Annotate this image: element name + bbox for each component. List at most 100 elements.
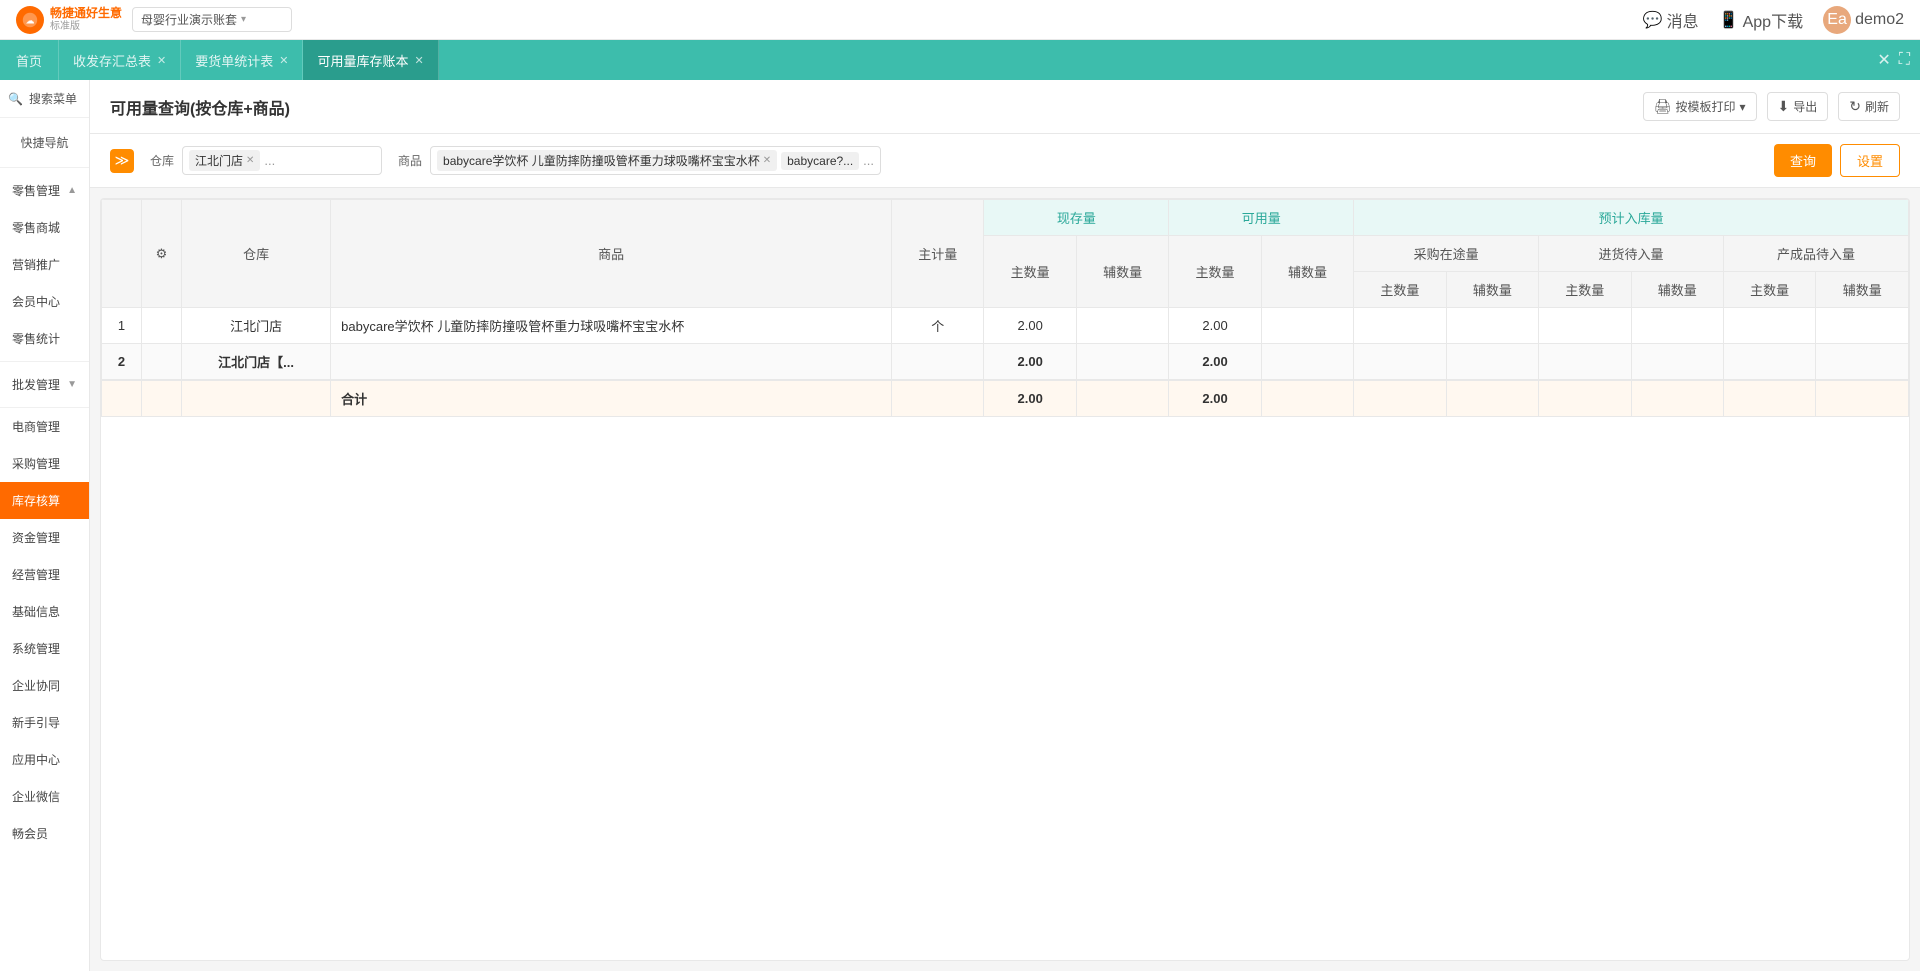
sidebar-item-retail-stats[interactable]: 零售统计 [0, 320, 89, 357]
sidebar-item-retail-mall-label: 零售商城 [12, 219, 60, 236]
inventory-table: ⚙ 仓库 商品 主计量 现存量 [101, 199, 1909, 417]
sidebar-item-apps[interactable]: 应用中心 [0, 741, 89, 778]
cell-product-main-2 [1723, 344, 1815, 381]
sidebar-item-ecommerce-label: 电商管理 [12, 418, 60, 435]
th-warehouse: 仓库 [182, 200, 331, 308]
sidebar-quick-nav-item[interactable]: 快捷导航 [4, 126, 85, 159]
cell-unit-1: 个 [892, 308, 984, 344]
sidebar-item-retail[interactable]: 零售管理 ▲ [0, 172, 89, 209]
th-product-sub: 辅数量 [1816, 272, 1909, 308]
warehouse-tag-jiangbei-remove[interactable]: ✕ [246, 155, 254, 166]
sidebar-quick-nav: 快捷导航 [0, 118, 89, 168]
sidebar-item-wechat[interactable]: 企业微信 [0, 778, 89, 815]
footer-empty-1 [102, 380, 142, 417]
th-purchase-main: 主数量 [1354, 272, 1446, 308]
sidebar-item-member-pro[interactable]: 畅会员 [0, 815, 89, 852]
query-button[interactable]: 查询 [1774, 144, 1832, 177]
sidebar-item-purchase[interactable]: 采购管理 [0, 445, 89, 482]
app-download-action[interactable]: 📱 App下载 [1719, 8, 1803, 32]
sidebar-item-ecommerce[interactable]: 电商管理 [0, 408, 89, 445]
app-download-label: App下载 [1743, 8, 1803, 32]
top-bar-left: ☁ 畅捷通好生意 标准版 母婴行业演示账套 ▾ [16, 6, 292, 34]
footer-purchase-sub [1446, 380, 1538, 417]
close-all-tabs-icon[interactable]: ✕ [1877, 50, 1890, 70]
warehouse-filter-more[interactable]: ... [264, 153, 275, 168]
username-label: demo2 [1855, 11, 1904, 29]
sidebar-item-collab-label: 企业协同 [12, 677, 60, 694]
tab-home[interactable]: 首页 [0, 40, 59, 80]
sidebar-item-basic[interactable]: 基础信息 [0, 593, 89, 630]
th-incoming-group: 进货待入量 [1539, 236, 1724, 272]
sidebar-item-operations[interactable]: 经营管理 [0, 556, 89, 593]
avatar: Ea [1823, 6, 1851, 34]
cell-product-sub-1 [1816, 308, 1909, 344]
sidebar-item-wholesale[interactable]: 批发管理 ▼ [0, 366, 89, 403]
sidebar-item-finance[interactable]: 资金管理 [0, 519, 89, 556]
th-settings[interactable]: ⚙ [142, 200, 182, 308]
tab-available-stock[interactable]: 可用量库存账本 ✕ [303, 40, 438, 80]
th-current-main: 主数量 [984, 236, 1076, 308]
sidebar-item-system[interactable]: 系统管理 [0, 630, 89, 667]
tab-order-stats[interactable]: 要货单统计表 ✕ [181, 40, 303, 80]
sidebar-item-guide[interactable]: 新手引导 [0, 704, 89, 741]
warehouse-tag-jiangbei: 江北门店 ✕ [189, 150, 260, 171]
warehouse-filter-tags[interactable]: 江北门店 ✕ ... [182, 146, 382, 175]
sidebar-item-finance-label: 资金管理 [12, 529, 60, 546]
message-action[interactable]: 💬 消息 [1643, 8, 1699, 32]
product-tag-babycare2-label: babycare?... [787, 154, 853, 168]
sidebar-item-marketing-label: 营销推广 [12, 256, 60, 273]
search-icon: 🔍 [8, 92, 23, 106]
cell-warehouse-2: 江北门店【... [182, 344, 331, 381]
chevron-down-icon: ▾ [1739, 100, 1745, 114]
export-button[interactable]: ⬇ 导出 [1767, 92, 1829, 121]
sidebar-item-guide-label: 新手引导 [12, 714, 60, 731]
sidebar-item-retail-mall[interactable]: 零售商城 [0, 209, 89, 246]
cell-product-2 [331, 344, 892, 381]
tenant-select[interactable]: 母婴行业演示账套 ▾ [132, 7, 292, 32]
cell-available-sub-2 [1261, 344, 1353, 381]
th-product: 商品 [331, 200, 892, 308]
sidebar-item-marketing[interactable]: 营销推广 [0, 246, 89, 283]
table-container: ⚙ 仓库 商品 主计量 现存量 [100, 198, 1910, 961]
template-print-label: 按模板打印 [1675, 98, 1735, 115]
cell-available-main-2: 2.00 [1169, 344, 1261, 381]
cell-product-1: babycare学饮杯 儿童防摔防撞吸管杯重力球吸嘴杯宝宝水杯 [331, 308, 892, 344]
product-tag-babycare-remove[interactable]: ✕ [763, 155, 771, 166]
tab-available-stock-close[interactable]: ✕ [415, 54, 424, 67]
sidebar: 🔍 搜索菜单 快捷导航 零售管理 ▲ 零售商城 营销推广 会员中心 零售统计 [0, 80, 90, 971]
content-area: 可用量查询(按仓库+商品) 🖨 按模板打印 ▾ ⬇ 导出 ↻ 刷新 [90, 80, 1920, 971]
refresh-button[interactable]: ↻ 刷新 [1838, 92, 1900, 121]
footer-incoming-main [1539, 380, 1631, 417]
chevron-icon: ▼ [67, 379, 77, 390]
sidebar-item-member[interactable]: 会员中心 [0, 283, 89, 320]
filter-area: ≫ 仓库 江北门店 ✕ ... 商品 babycare学饮杯 儿童防摔防撞吸管杯… [90, 134, 1920, 188]
cell-current-sub-1 [1076, 308, 1168, 344]
template-print-button[interactable]: 🖨 按模板打印 ▾ [1643, 92, 1757, 121]
refresh-label: 刷新 [1865, 98, 1889, 115]
cell-incoming-main-1 [1539, 308, 1631, 344]
warehouse-tag-jiangbei-label: 江北门店 [195, 152, 243, 169]
sidebar-search[interactable]: 🔍 搜索菜单 [0, 80, 89, 118]
cell-available-main-1: 2.00 [1169, 308, 1261, 344]
product-filter-more[interactable]: ... [863, 153, 874, 168]
tab-inventory-summary-close[interactable]: ✕ [157, 54, 166, 67]
expand-icon[interactable]: ⛶ [1899, 51, 1910, 69]
filter-toggle-button[interactable]: ≫ [110, 149, 134, 173]
cell-incoming-sub-2 [1631, 344, 1723, 381]
sidebar-item-collab[interactable]: 企业协同 [0, 667, 89, 704]
sidebar-item-inventory-label: 库存核算 [12, 492, 60, 509]
sidebar-wholesale-section: 批发管理 ▼ [0, 362, 89, 408]
th-purchase-sub: 辅数量 [1446, 272, 1538, 308]
product-tag-babycare2: babycare?... [781, 152, 859, 170]
tab-bar: 首页 收发存汇总表 ✕ 要货单统计表 ✕ 可用量库存账本 ✕ ✕ ⛶ [0, 40, 1920, 80]
filter-buttons: 查询 设置 [1774, 144, 1900, 177]
product-filter-tags[interactable]: babycare学饮杯 儿童防摔防撞吸管杯重力球吸嘴杯宝宝水杯 ✕ babyca… [430, 146, 881, 175]
footer-product-main [1723, 380, 1815, 417]
settings-button[interactable]: 设置 [1840, 144, 1900, 177]
tab-bar-right: ✕ ⛶ [1867, 40, 1920, 80]
th-purchase-group: 采购在途量 [1354, 236, 1539, 272]
tab-order-stats-close[interactable]: ✕ [279, 54, 288, 67]
tab-inventory-summary[interactable]: 收发存汇总表 ✕ [59, 40, 181, 80]
user-profile[interactable]: Ea demo2 [1823, 6, 1904, 34]
sidebar-item-inventory[interactable]: 库存核算 [0, 482, 89, 519]
